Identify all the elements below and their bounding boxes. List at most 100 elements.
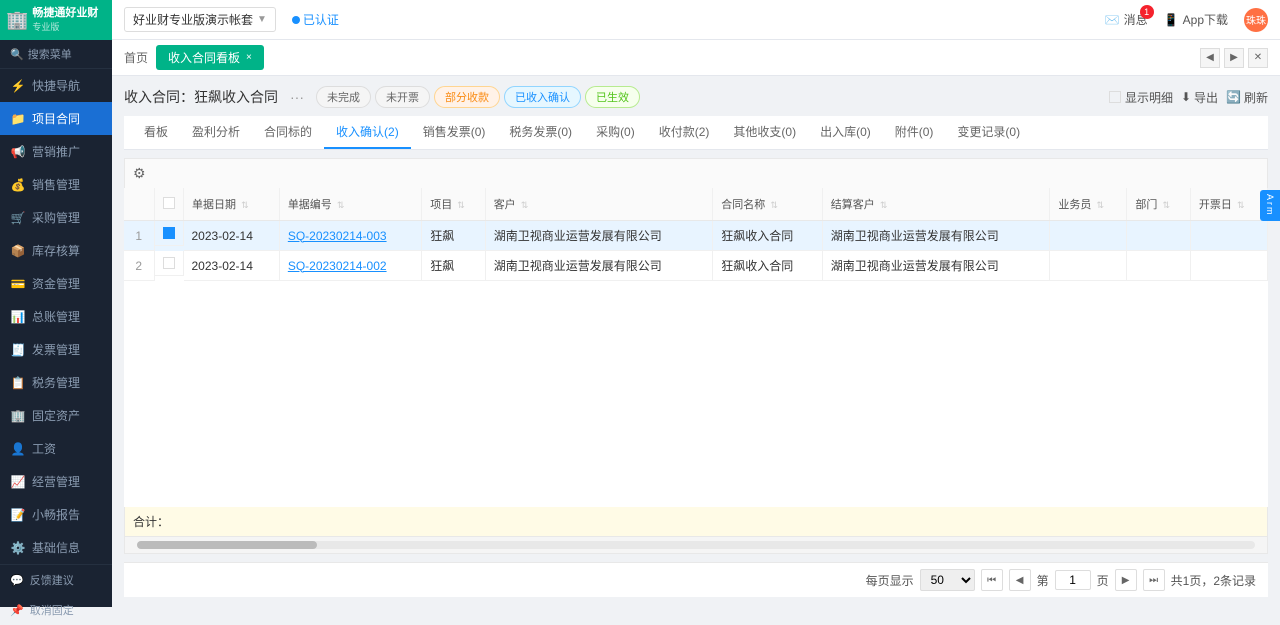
tab-prev-button[interactable]: ◀ (1200, 48, 1220, 68)
app-download-button[interactable]: 📱 App下载 (1164, 11, 1228, 28)
pagination-info: 共1页，2条记录 (1171, 572, 1256, 589)
sidebar-item-marketing[interactable]: 📢 营销推广 (0, 135, 112, 168)
th-settlement[interactable]: 结算客户 ⇅ (822, 188, 1050, 221)
page-prev-button[interactable]: ◀ (1009, 569, 1031, 591)
sidebar-item-general[interactable]: 📊 总账管理 (0, 300, 112, 333)
project-icon: 📁 (10, 111, 26, 127)
row-check-2[interactable] (155, 251, 184, 276)
page-label-after: 页 (1097, 572, 1109, 589)
tab-other-income[interactable]: 其他收支(0) (721, 116, 808, 149)
th-invoice-date[interactable]: 开票日 ⇅ (1190, 188, 1267, 221)
page-next-button[interactable]: ▶ (1115, 569, 1137, 591)
sidebar-item-funds[interactable]: 💳 资金管理 (0, 267, 112, 300)
cell-contract-1: 狂飙收入合同 (713, 221, 823, 251)
sidebar-item-report[interactable]: 📝 小畅报告 (0, 498, 112, 531)
tab-tax-invoice[interactable]: 税务发票(0) (497, 116, 584, 149)
tab-bar: 首页 收入合同看板 × ◀ ▶ ✕ (112, 40, 1280, 76)
app-download-label: App下载 (1183, 11, 1228, 28)
select-all-checkbox[interactable] (163, 197, 175, 209)
table-row[interactable]: 1 2023-02-14 SQ-20230214-003 狂飙 湖南卫视商业运营… (124, 221, 1268, 251)
cell-orderno-1[interactable]: SQ-20230214-003 (279, 221, 421, 251)
sidebar-item-tax[interactable]: 📋 税务管理 (0, 366, 112, 399)
row-checkbox-1[interactable] (163, 227, 175, 239)
order-link-2[interactable]: SQ-20230214-002 (288, 259, 387, 273)
th-department[interactable]: 部门 ⇅ (1127, 188, 1190, 221)
scroll-thumb[interactable] (137, 541, 317, 549)
sidebar-item-sales[interactable]: 💰 销售管理 (0, 168, 112, 201)
th-salesperson[interactable]: 业务员 ⇅ (1050, 188, 1127, 221)
sidebar-item-quick[interactable]: ⚡ 快捷导航 (0, 69, 112, 102)
status-effective[interactable]: 已生效 (585, 86, 640, 108)
sidebar-pin[interactable]: 📌 取消固定 (0, 595, 112, 625)
cell-orderno-2[interactable]: SQ-20230214-002 (279, 251, 421, 281)
cell-invoicedate-2 (1190, 251, 1267, 281)
refresh-label: 刷新 (1244, 89, 1268, 106)
data-table: 单据日期 ⇅ 单据编号 ⇅ 项目 ⇅ (124, 188, 1268, 281)
date-sort-icon: ⇅ (241, 200, 249, 210)
cell-date-1: 2023-02-14 (184, 221, 280, 251)
row-check-1[interactable] (155, 221, 184, 246)
topbar: 好业财专业版演示帐套 ▼ 已认证 ✉️ 1 消息 📱 App下载 珠珠 (112, 0, 1280, 40)
tab-payment[interactable]: 收付款(2) (647, 116, 722, 149)
th-customer[interactable]: 客户 ⇅ (485, 188, 713, 221)
tab-attachments[interactable]: 附件(0) (883, 116, 946, 149)
tab-contract-dashboard[interactable]: 收入合同看板 × (156, 45, 264, 70)
th-order-no[interactable]: 单据编号 ⇅ (279, 188, 421, 221)
th-date[interactable]: 单据日期 ⇅ (184, 188, 280, 221)
order-link-1[interactable]: SQ-20230214-003 (288, 229, 387, 243)
show-detail-toggle[interactable]: 显示明细 (1109, 89, 1173, 106)
tab-standards[interactable]: 合同标的 (252, 116, 324, 149)
table-row[interactable]: 2 2023-02-14 SQ-20230214-002 狂飙 湖南卫视商业运营… (124, 251, 1268, 281)
page-input[interactable]: 1 (1055, 570, 1091, 590)
company-name: 好业财专业版演示帐套 (133, 11, 253, 28)
status-partial[interactable]: 部分收款 (434, 86, 500, 108)
breadcrumb[interactable]: 首页 (124, 49, 148, 66)
sidebar-item-invoice[interactable]: 🧾 发票管理 (0, 333, 112, 366)
sidebar-item-project[interactable]: 📁 项目合同 (0, 102, 112, 135)
th-project[interactable]: 项目 ⇅ (422, 188, 485, 221)
user-profile[interactable]: 珠珠 (1244, 8, 1268, 32)
page-label-before: 第 (1037, 572, 1049, 589)
export-icon: ⬇ (1181, 90, 1191, 104)
page-first-button[interactable]: ⏮ (981, 569, 1003, 591)
th-contract-name[interactable]: 合同名称 ⇅ (713, 188, 823, 221)
tab-dashboard[interactable]: 看板 (132, 116, 180, 149)
sidebar-item-purchase[interactable]: 🛒 采购管理 (0, 201, 112, 234)
more-button[interactable]: ··· (290, 89, 304, 105)
tab-confirm[interactable]: 收入确认(2) (324, 116, 411, 149)
table-toolbar: ⚙ (124, 158, 1268, 188)
tab-sales-invoice[interactable]: 销售发票(0) (411, 116, 498, 149)
sidebar-feedback[interactable]: 💬 反馈建议 (0, 565, 112, 595)
refresh-icon: 🔄 (1226, 90, 1241, 104)
tab-next-button[interactable]: ▶ (1224, 48, 1244, 68)
sidebar-item-basic[interactable]: ⚙️ 基础信息 (0, 531, 112, 564)
tab-close-all-button[interactable]: ✕ (1248, 48, 1268, 68)
sidebar-item-inventory[interactable]: 📦 库存核算 (0, 234, 112, 267)
sidebar-search[interactable]: 🔍 搜索菜单 (0, 40, 112, 69)
company-selector[interactable]: 好业财专业版演示帐套 ▼ (124, 7, 276, 32)
tab-changes[interactable]: 变更记录(0) (945, 116, 1032, 149)
right-floating-panel[interactable]: Arm (1260, 190, 1280, 221)
msg-button[interactable]: ✉️ 1 消息 (1105, 11, 1148, 28)
cell-invoicedate-1 (1190, 221, 1267, 251)
status-confirmed[interactable]: 已收入确认 (504, 86, 581, 108)
status-incomplete[interactable]: 未完成 (316, 86, 371, 108)
page-last-button[interactable]: ⏭ (1143, 569, 1165, 591)
table-scrollbar[interactable] (124, 537, 1268, 554)
sidebar-item-hr[interactable]: 👤 工资 (0, 432, 112, 465)
tab-warehouse[interactable]: 出入库(0) (808, 116, 883, 149)
refresh-button[interactable]: 🔄 刷新 (1226, 89, 1268, 106)
sidebar-item-ops[interactable]: 📈 经营管理 (0, 465, 112, 498)
status-uninvoiced[interactable]: 未开票 (375, 86, 430, 108)
export-button[interactable]: ⬇ 导出 (1181, 89, 1218, 106)
cell-project-2: 狂飙 (422, 251, 485, 281)
tab-purchase[interactable]: 采购(0) (584, 116, 647, 149)
tab-close-icon[interactable]: × (246, 52, 252, 63)
table-settings-icon[interactable]: ⚙ (133, 165, 146, 182)
footer-total-label: 合计： (133, 513, 169, 530)
tab-profit[interactable]: 盈利分析 (180, 116, 252, 149)
per-page-select[interactable]: 50 100 200 (920, 569, 975, 591)
row-checkbox-2[interactable] (163, 257, 175, 269)
pagination: 每页显示 50 100 200 ⏮ ◀ 第 1 页 ▶ ⏭ 共1页，2条记录 (124, 562, 1268, 597)
sidebar-item-assets[interactable]: 🏢 固定资产 (0, 399, 112, 432)
